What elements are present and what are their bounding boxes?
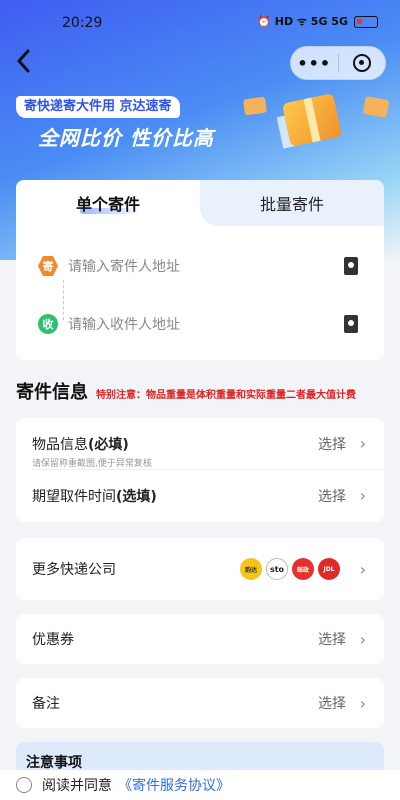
- notice-title: 注意事项: [26, 755, 82, 771]
- tab-label: 单个寄件: [75, 195, 140, 214]
- status-time: 20:29: [62, 15, 103, 31]
- package-illustration-icon: [362, 96, 390, 118]
- couriers-card: 更多快递公司 韵达 sto 邮政 JDL ›: [16, 538, 384, 600]
- more-couriers-label: 更多快递公司: [32, 562, 116, 578]
- remark-row[interactable]: 备注 选择 ›: [16, 678, 384, 728]
- chevron-right-icon: ›: [359, 693, 366, 713]
- item-info-card: 物品信息(必填) 请保留称重截图,便于异常复核 选择 › 期望取件时间(选填) …: [16, 418, 384, 522]
- status-bar: 20:29 ⏰ HD ᯤ 5G 5G: [0, 0, 400, 44]
- receiver-badge-icon: 收: [38, 314, 58, 334]
- close-miniprogram-button[interactable]: [338, 54, 385, 72]
- miniprogram-capsule: •••: [290, 46, 386, 80]
- remark-select[interactable]: 选择: [318, 693, 346, 713]
- post-logo-icon: 邮政: [292, 558, 314, 580]
- back-icon[interactable]: [14, 48, 42, 78]
- weight-billing-note: 特别注意：物品重量是体积重量和实际重量二者最大值计费: [96, 390, 356, 401]
- promo-slogan: 全网比价 性价比高: [38, 126, 214, 150]
- shipment-info-title: 寄件信息: [16, 382, 88, 403]
- agreement-footer: 阅读并同意 《寄件服务协议》: [0, 770, 400, 800]
- tab-batch-shipment[interactable]: 批量寄件: [200, 180, 384, 226]
- chevron-right-icon: ›: [359, 486, 366, 505]
- sender-address-row[interactable]: 寄 请输入寄件人地址: [16, 246, 384, 286]
- item-info-row[interactable]: 物品信息(必填) 请保留称重截图,便于异常复核 选择 ›: [16, 418, 384, 469]
- chevron-right-icon: ›: [359, 629, 366, 649]
- address-book-icon[interactable]: [344, 315, 358, 333]
- sto-logo-icon: sto: [266, 558, 288, 580]
- promo-tag: 寄快递寄大件用 京达速寄: [16, 96, 180, 118]
- chevron-right-icon: ›: [359, 559, 366, 579]
- status-icons: ⏰ HD ᯤ 5G 5G: [257, 14, 378, 29]
- pickup-time-label: 期望取件时间(选填): [32, 488, 157, 505]
- receiver-address-placeholder[interactable]: 请输入收件人地址: [68, 314, 180, 334]
- service-agreement-link[interactable]: 《寄件服务协议》: [118, 775, 230, 795]
- coupon-label: 优惠券: [32, 632, 74, 648]
- shipping-mode-tabs: 单个寄件 批量寄件: [16, 180, 384, 226]
- agree-radio[interactable]: [16, 777, 32, 793]
- receiver-address-row[interactable]: 收 请输入收件人地址: [16, 304, 384, 344]
- more-button[interactable]: •••: [291, 54, 338, 73]
- more-couriers-row[interactable]: 更多快递公司 韵达 sto 邮政 JDL ›: [16, 538, 384, 600]
- jdl-logo-icon: JDL: [318, 558, 340, 580]
- battery-icon: [354, 15, 378, 28]
- item-info-hint: 请保留称重截图,便于异常复核: [32, 459, 152, 469]
- sender-badge-icon: 寄: [38, 256, 58, 276]
- status-indicators: ⏰ HD ᯤ 5G 5G: [257, 15, 348, 28]
- agree-text: 阅读并同意: [42, 778, 112, 794]
- address-book-icon[interactable]: [344, 257, 358, 275]
- sender-address-placeholder[interactable]: 请输入寄件人地址: [68, 256, 180, 276]
- coupon-row[interactable]: 优惠券 选择 ›: [16, 614, 384, 664]
- item-info-select[interactable]: 选择: [318, 434, 346, 454]
- target-icon: [352, 54, 371, 72]
- chevron-right-icon: ›: [359, 434, 366, 453]
- pickup-time-row[interactable]: 期望取件时间(选填) 选择 ›: [16, 470, 384, 521]
- remark-card: 备注 选择 ›: [16, 678, 384, 728]
- address-card: 单个寄件 批量寄件 寄 请输入寄件人地址 收 请输入收件人地址: [16, 180, 384, 360]
- tab-single-shipment[interactable]: 单个寄件: [16, 180, 200, 226]
- tab-label: 批量寄件: [259, 195, 324, 214]
- nav-bar: •••: [0, 44, 400, 84]
- package-illustration-icon: [242, 96, 268, 116]
- coupon-select[interactable]: 选择: [318, 629, 346, 649]
- pickup-time-select[interactable]: 选择: [318, 486, 346, 506]
- item-info-label: 物品信息(必填): [32, 436, 129, 453]
- remark-label: 备注: [32, 696, 60, 712]
- coupon-card: 优惠券 选择 ›: [16, 614, 384, 664]
- yunda-logo-icon: 韵达: [240, 558, 262, 580]
- courier-logos: 韵达 sto 邮政 JDL: [240, 558, 340, 580]
